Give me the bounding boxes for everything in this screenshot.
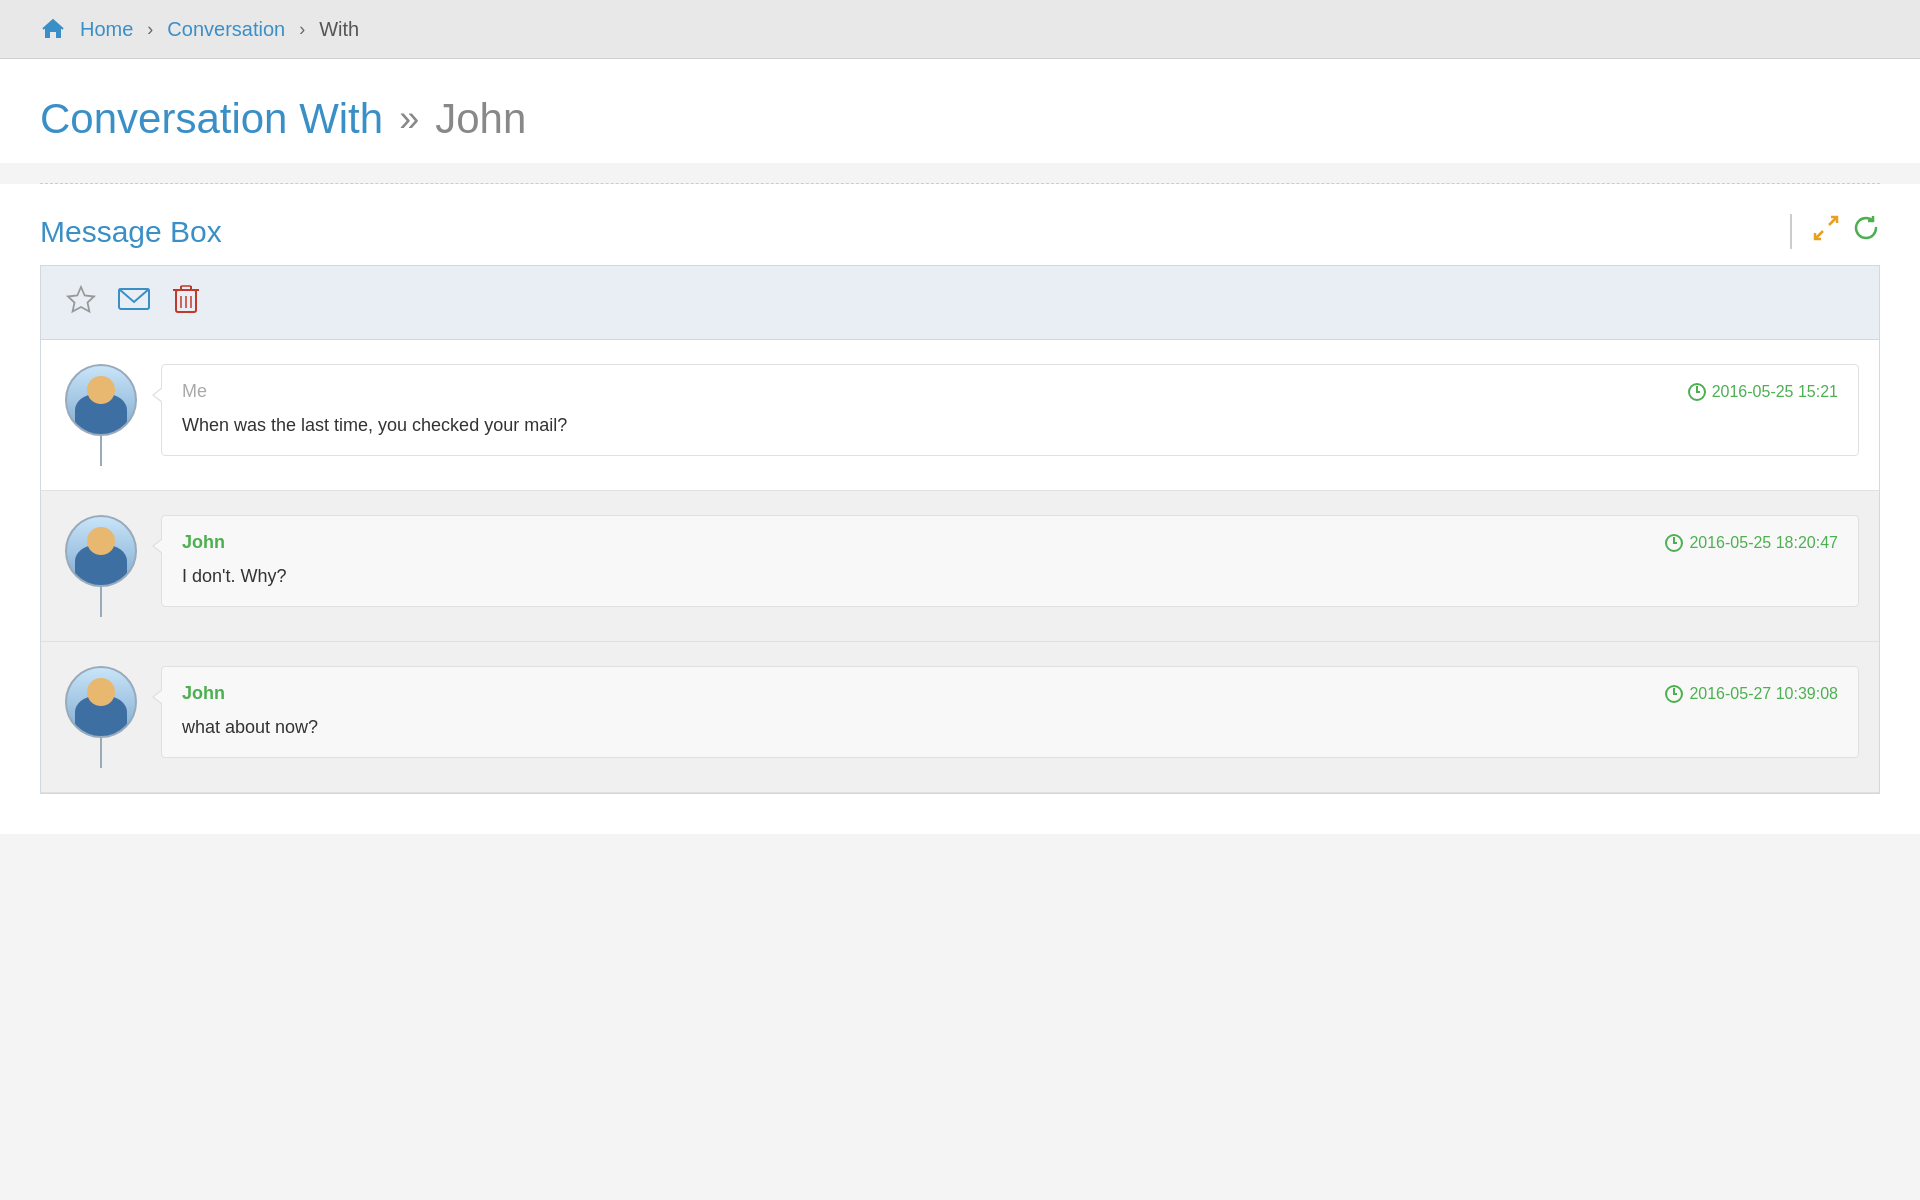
message-bubble: John 2016-05-25 18:20:47 I don't. Why? — [161, 515, 1859, 607]
avatar — [65, 515, 137, 587]
avatar — [65, 364, 137, 436]
mail-button[interactable] — [117, 285, 151, 320]
page-title-main: Conversation With — [40, 95, 383, 143]
message-row: John 2016-05-27 10:39:08 what about now? — [41, 642, 1879, 793]
message-meta: John 2016-05-25 18:20:47 — [182, 532, 1838, 553]
message-timestamp: 2016-05-25 18:20:47 — [1665, 534, 1838, 552]
message-box-actions — [1790, 214, 1880, 249]
message-row: Me 2016-05-25 15:21 When was the last ti… — [41, 340, 1879, 491]
message-row: John 2016-05-25 18:20:47 I don't. Why? — [41, 491, 1879, 642]
breadcrumb-current: With — [319, 18, 359, 41]
breadcrumb-home-link[interactable]: Home — [80, 18, 133, 41]
breadcrumb-conversation-link[interactable]: Conversation — [167, 18, 285, 41]
message-text: When was the last time, you checked your… — [182, 412, 1838, 439]
expand-icon[interactable] — [1812, 214, 1840, 249]
message-timestamp: 2016-05-25 15:21 — [1688, 383, 1838, 401]
message-box-header: Message Box — [40, 214, 1880, 265]
message-meta: John 2016-05-27 10:39:08 — [182, 683, 1838, 704]
avatar-col — [61, 515, 141, 617]
svg-marker-2 — [68, 287, 94, 312]
message-sender: John — [182, 683, 225, 704]
star-button[interactable] — [65, 283, 97, 322]
page-title-name: John — [435, 95, 526, 143]
message-meta: Me 2016-05-25 15:21 — [182, 381, 1838, 402]
avatar-col — [61, 666, 141, 768]
avatar-line — [100, 587, 102, 617]
trash-button[interactable] — [171, 282, 201, 323]
clock-icon — [1665, 534, 1683, 552]
main-content: Message Box — [0, 184, 1920, 834]
clock-icon — [1665, 685, 1683, 703]
message-text: what about now? — [182, 714, 1838, 741]
breadcrumb-sep-2: › — [299, 19, 305, 40]
page-title-section: Conversation With » John — [0, 59, 1920, 163]
home-icon — [40, 16, 70, 42]
refresh-icon[interactable] — [1852, 214, 1880, 249]
svg-rect-8 — [181, 286, 191, 290]
message-text: I don't. Why? — [182, 563, 1838, 590]
message-bubble: John 2016-05-27 10:39:08 what about now? — [161, 666, 1859, 758]
message-timestamp: 2016-05-27 10:39:08 — [1665, 685, 1838, 703]
page-title-separator: » — [399, 98, 419, 140]
avatar-line — [100, 436, 102, 466]
breadcrumb-sep-1: › — [147, 19, 153, 40]
avatar-line — [100, 738, 102, 768]
toolbar — [40, 265, 1880, 339]
message-sender: John — [182, 532, 225, 553]
message-box-title: Message Box — [40, 215, 222, 249]
clock-icon — [1688, 383, 1706, 401]
messages-container: Me 2016-05-25 15:21 When was the last ti… — [40, 339, 1880, 794]
message-sender: Me — [182, 381, 207, 402]
avatar-col — [61, 364, 141, 466]
message-bubble: Me 2016-05-25 15:21 When was the last ti… — [161, 364, 1859, 456]
avatar — [65, 666, 137, 738]
page-title: Conversation With » John — [40, 95, 1880, 143]
breadcrumb-bar: Home › Conversation › With — [0, 0, 1920, 59]
